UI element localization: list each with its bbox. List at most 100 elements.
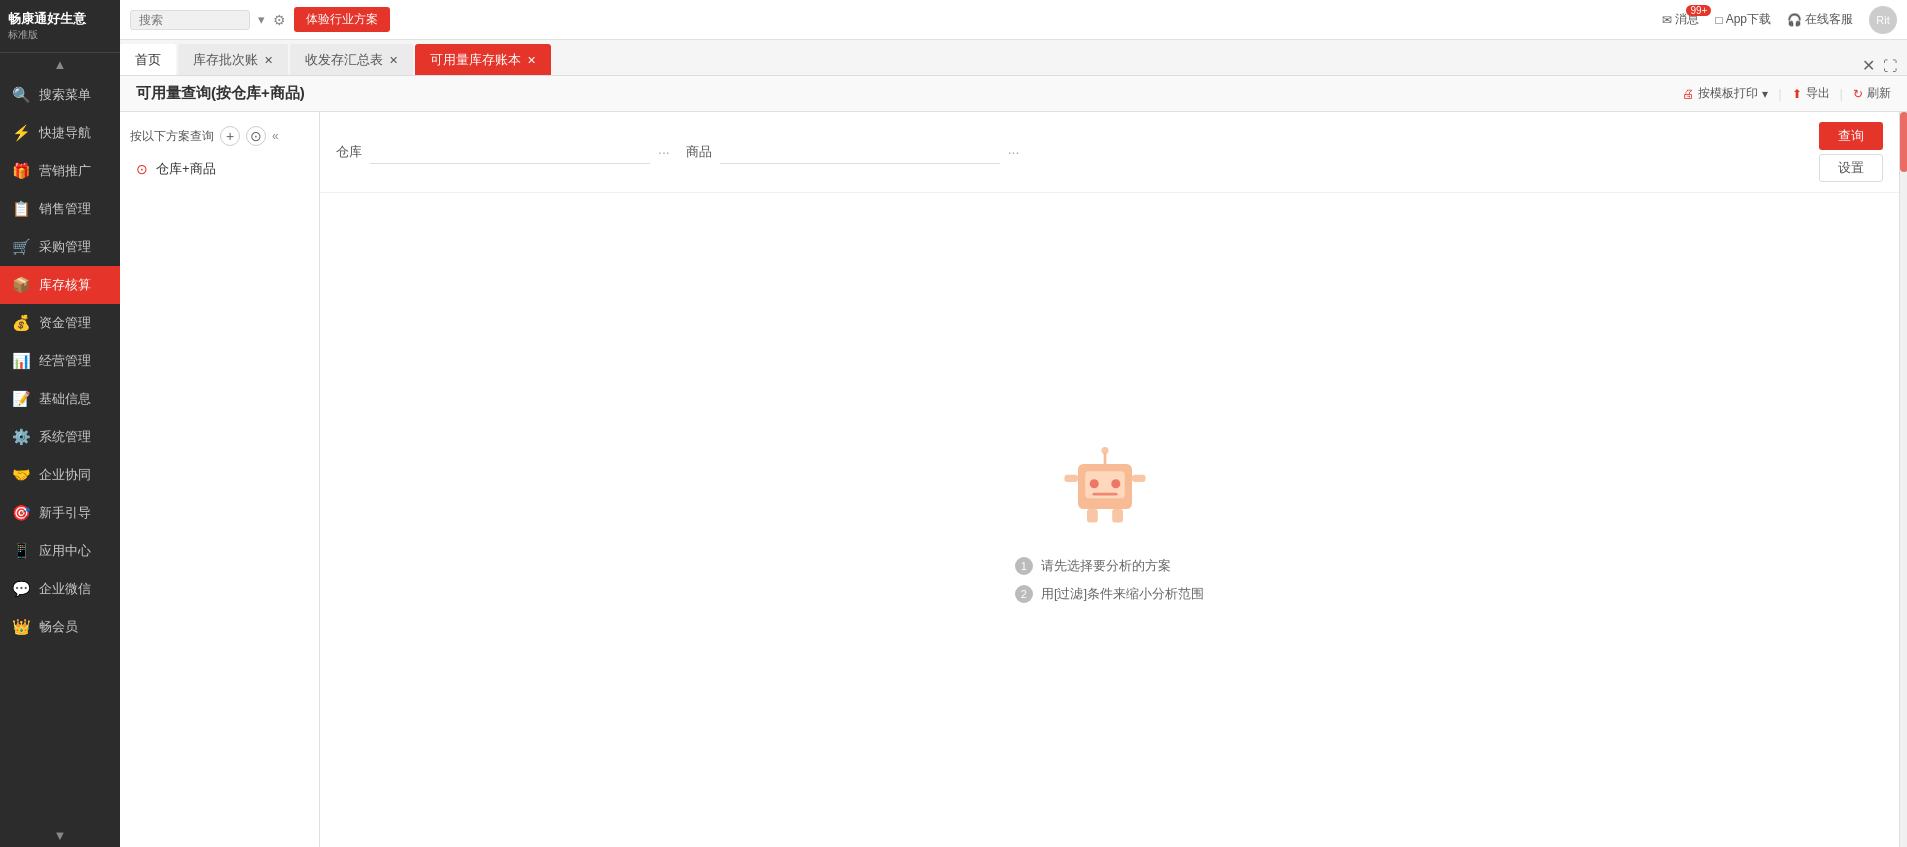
app-download-button[interactable]: □ App下载 — [1715, 11, 1771, 28]
sidebar-item-label: 企业微信 — [39, 580, 91, 598]
warehouse-more-btn[interactable]: ··· — [658, 144, 670, 160]
robot-illustration — [1060, 437, 1150, 527]
sidebar-item-label: 新手引导 — [39, 504, 91, 522]
sidebar-item-appcenter[interactable]: 📱 应用中心 — [0, 532, 120, 570]
sidebar-item-label: 畅会员 — [39, 618, 78, 636]
svg-rect-5 — [1064, 475, 1078, 482]
hint-text-1: 请先选择要分析的方案 — [1041, 557, 1171, 575]
print-button[interactable]: 🖨 按模板打印 ▾ — [1682, 85, 1768, 102]
manage-scheme-btn[interactable]: ⊙ — [246, 126, 266, 146]
crown-icon: 👑 — [12, 618, 31, 636]
warehouse-input[interactable] — [370, 140, 650, 164]
online-service-label: 在线客服 — [1805, 11, 1853, 28]
sidebar-item-label: 企业协同 — [39, 466, 91, 484]
svg-point-3 — [1111, 479, 1120, 488]
sidebar-item-member[interactable]: 👑 畅会员 — [0, 608, 120, 646]
page-header: 可用量查询(按仓库+商品) 🖨 按模板打印 ▾ | ⬆ 导出 | ↻ 刷新 — [120, 76, 1907, 112]
app-sub: 标准版 — [8, 28, 112, 42]
sidebar-logo: 畅康通好生意 标准版 — [0, 0, 120, 53]
trial-button[interactable]: 体验行业方案 — [294, 7, 390, 32]
add-scheme-btn[interactable]: + — [220, 126, 240, 146]
sidebar-item-finance[interactable]: 💰 资金管理 — [0, 304, 120, 342]
cart-icon: 🛒 — [12, 238, 31, 256]
mobile-icon: 📱 — [12, 542, 31, 560]
sidebar-item-label: 库存核算 — [39, 276, 91, 294]
tab-batch-close[interactable]: ✕ — [264, 54, 273, 67]
empty-state: 1 请先选择要分析的方案 2 用[过滤]条件来缩小分析范围 — [320, 193, 1899, 847]
tab-summary[interactable]: 收发存汇总表 ✕ — [290, 44, 413, 75]
collapse-panel-btn[interactable]: « — [272, 129, 279, 143]
chart-icon: 📊 — [12, 352, 31, 370]
message-badge: 99+ — [1686, 5, 1711, 16]
sidebar-item-label: 系统管理 — [39, 428, 91, 446]
sidebar-item-inventory[interactable]: 📦 库存核算 — [0, 266, 120, 304]
message-button[interactable]: ✉ 消息 99+ — [1662, 11, 1699, 28]
svg-rect-4 — [1092, 493, 1117, 496]
content-area: 按以下方案查询 + ⊙ « ⊙ 仓库+商品 仓库 ··· 商品 — [120, 112, 1907, 847]
main: ▾ ⚙ 体验行业方案 ✉ 消息 99+ □ App下载 🎧 在线客服 Rit — [120, 0, 1907, 847]
search-input[interactable] — [130, 10, 250, 30]
hint-item-1: 1 请先选择要分析的方案 — [1015, 557, 1204, 575]
goods-label: 商品 — [686, 143, 712, 161]
empty-illustration — [1060, 437, 1160, 537]
online-service-button[interactable]: 🎧 在线客服 — [1787, 11, 1853, 28]
sidebar-item-basic[interactable]: 📝 基础信息 — [0, 380, 120, 418]
sidebar-scroll: 🔍 搜索菜单 ⚡ 快捷导航 🎁 营销推广 📋 销售管理 🛒 采购管理 📦 库存核… — [0, 76, 120, 824]
tab-batch-label: 库存批次账 — [193, 51, 258, 69]
gear-icon: ⚙️ — [12, 428, 31, 446]
tab-summary-close[interactable]: ✕ — [389, 54, 398, 67]
sidebar-item-quicknav[interactable]: ⚡ 快捷导航 — [0, 114, 120, 152]
svg-point-2 — [1089, 479, 1098, 488]
wechat-icon: 💬 — [12, 580, 31, 598]
sidebar-item-enterprise[interactable]: 🤝 企业协同 — [0, 456, 120, 494]
scroll-down-btn[interactable]: ▼ — [0, 824, 120, 847]
filter-row: 仓库 ··· 商品 ··· 查询 设置 — [320, 112, 1899, 193]
download-icon: □ — [1715, 13, 1722, 27]
box-icon: 📦 — [12, 276, 31, 294]
avatar[interactable]: Rit — [1869, 6, 1897, 34]
sidebar-item-marketing[interactable]: 🎁 营销推广 — [0, 152, 120, 190]
refresh-icon: ↻ — [1853, 87, 1863, 101]
lightning-icon: ⚡ — [12, 124, 31, 142]
sidebar-item-purchase[interactable]: 🛒 采购管理 — [0, 228, 120, 266]
tab-home[interactable]: 首页 — [120, 44, 176, 75]
scroll-up-btn[interactable]: ▲ — [0, 53, 120, 76]
tab-home-label: 首页 — [135, 51, 161, 69]
tab-batch[interactable]: 库存批次账 ✕ — [178, 44, 288, 75]
page-title: 可用量查询(按仓库+商品) — [136, 84, 305, 103]
handshake-icon: 🤝 — [12, 466, 31, 484]
chevron-down-icon[interactable]: ▾ — [258, 12, 265, 27]
sidebar-item-label: 采购管理 — [39, 238, 91, 256]
scheme-icon: ⊙ — [136, 161, 148, 177]
refresh-button[interactable]: ↻ 刷新 — [1853, 85, 1891, 102]
sidebar-item-search[interactable]: 🔍 搜索菜单 — [0, 76, 120, 114]
tab-available[interactable]: 可用量库存账本 ✕ — [415, 44, 551, 75]
sidebar-item-operations[interactable]: 📊 经营管理 — [0, 342, 120, 380]
scheme-header: 按以下方案查询 + ⊙ « — [120, 122, 319, 154]
window-close-btn[interactable]: ✕ — [1862, 56, 1875, 75]
right-scrollbar[interactable] — [1899, 112, 1907, 847]
note-icon: 📝 — [12, 390, 31, 408]
tab-available-label: 可用量库存账本 — [430, 51, 521, 69]
topbar-right: ✉ 消息 99+ □ App下载 🎧 在线客服 Rit — [1662, 6, 1897, 34]
scheme-item-warehouse-goods[interactable]: ⊙ 仓库+商品 — [120, 154, 319, 184]
sidebar-item-label: 经营管理 — [39, 352, 91, 370]
export-button[interactable]: ⬆ 导出 — [1792, 85, 1830, 102]
sidebar-item-wechat[interactable]: 💬 企业微信 — [0, 570, 120, 608]
empty-hints: 1 请先选择要分析的方案 2 用[过滤]条件来缩小分析范围 — [1015, 557, 1204, 603]
query-button[interactable]: 查询 — [1819, 122, 1883, 150]
settings-button[interactable]: 设置 — [1819, 154, 1883, 182]
sidebar-item-newbie[interactable]: 🎯 新手引导 — [0, 494, 120, 532]
sidebar-item-sales[interactable]: 📋 销售管理 — [0, 190, 120, 228]
goods-more-btn[interactable]: ··· — [1008, 144, 1020, 160]
goods-filter: 商品 ··· — [686, 140, 1020, 164]
sidebar-item-system[interactable]: ⚙️ 系统管理 — [0, 418, 120, 456]
tab-available-close[interactable]: ✕ — [527, 54, 536, 67]
list-icon: 📋 — [12, 200, 31, 218]
goods-input[interactable] — [720, 140, 1000, 164]
window-expand-btn[interactable]: ⛶ — [1883, 58, 1897, 74]
money-icon: 💰 — [12, 314, 31, 332]
gear-icon[interactable]: ⚙ — [273, 12, 286, 28]
app-download-label: App下载 — [1726, 11, 1771, 28]
gift-icon: 🎁 — [12, 162, 31, 180]
